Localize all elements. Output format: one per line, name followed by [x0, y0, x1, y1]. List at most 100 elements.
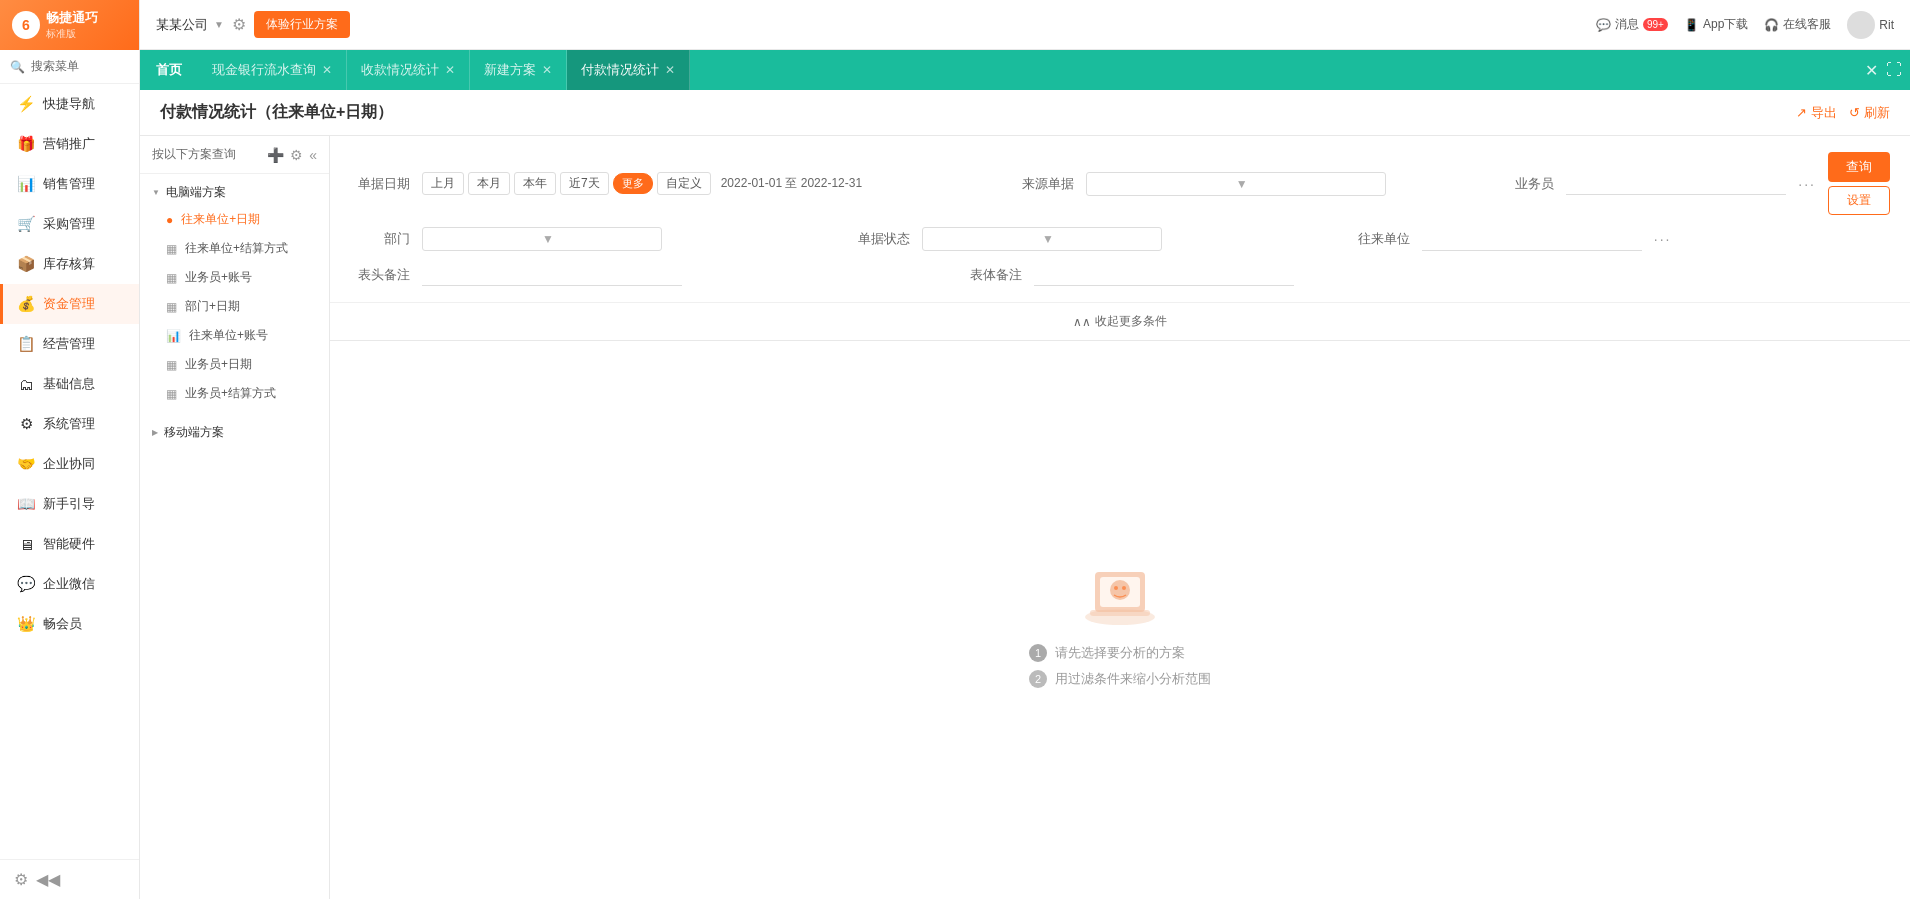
tab-receipt[interactable]: 收款情况统计 ✕ [347, 50, 470, 90]
trial-button[interactable]: 体验行业方案 [254, 11, 350, 38]
sidebar-item-marketing[interactable]: 🎁 营销推广 [0, 124, 139, 164]
settings-button[interactable]: 设置 [1828, 186, 1890, 215]
tab-close-all-icon[interactable]: ✕ [1865, 61, 1878, 80]
system-icon: ⚙ [17, 415, 35, 433]
online-service-action[interactable]: 🎧 在线客服 [1764, 16, 1831, 33]
scheme-add-btn[interactable]: ➕ [267, 147, 284, 163]
user-menu[interactable]: Rit [1847, 11, 1894, 39]
collapse-more-btn[interactable]: ∧∧ 收起更多条件 [330, 302, 1910, 340]
scheme-item-label-1: 往来单位+结算方式 [185, 240, 288, 257]
group-triangle-mobile-icon: ▶ [152, 428, 158, 437]
scheme-group-mobile: ▶ 移动端方案 [140, 414, 329, 451]
tab-home[interactable]: 首页 [148, 50, 198, 90]
tab-cashflow[interactable]: 现金银行流水查询 ✕ [198, 50, 347, 90]
scheme-item-dept-date[interactable]: ▦ 部门+日期 [140, 292, 329, 321]
inventory-icon: 📦 [17, 255, 35, 273]
status-label: 单据状态 [850, 230, 910, 248]
sidebar-item-hardware[interactable]: 🖥 智能硬件 [0, 524, 139, 564]
tab-new-scheme-close[interactable]: ✕ [542, 63, 552, 77]
scheme-settings-btn[interactable]: ⚙ [290, 147, 303, 163]
scheme-item-label-0: 往来单位+日期 [181, 211, 260, 228]
settings-footer-icon[interactable]: ⚙ [14, 870, 28, 889]
app-download-action[interactable]: 📱 App下载 [1684, 16, 1748, 33]
hardware-icon: 🖥 [17, 535, 35, 553]
sidebar-item-purchase[interactable]: 🛒 采购管理 [0, 204, 139, 244]
sidebar-item-basic[interactable]: 🗂 基础信息 [0, 364, 139, 404]
tab-cashflow-close[interactable]: ✕ [322, 63, 332, 77]
company-dropdown-icon: ▼ [214, 19, 224, 30]
scheme-item-staff-settlement[interactable]: ▦ 业务员+结算方式 [140, 379, 329, 408]
staff-input[interactable] [1566, 172, 1786, 195]
scheme-group-desktop: ▼ 电脑端方案 ● 往来单位+日期 ▦ 往来单位+结算方式 ▦ 业务员+账号 [140, 174, 329, 414]
scheme-item-partner-settlement[interactable]: ▦ 往来单位+结算方式 [140, 234, 329, 263]
status-select[interactable]: ▼ [922, 227, 1162, 251]
sidebar-label-sales: 销售管理 [43, 175, 95, 193]
sidebar-item-quick-nav[interactable]: ⚡ 快捷导航 [0, 84, 139, 124]
sidebar-label-basic: 基础信息 [43, 375, 95, 393]
sidebar-item-wechat[interactable]: 💬 企业微信 [0, 564, 139, 604]
scheme-collapse-btn[interactable]: « [309, 147, 317, 163]
message-label: 消息 [1615, 16, 1639, 33]
query-button[interactable]: 查询 [1828, 152, 1890, 182]
page-title: 付款情况统计（往来单位+日期） [160, 102, 393, 123]
sidebar: 6 畅捷通巧 标准版 🔍 搜索菜单 ⚡ 快捷导航 🎁 营销推广 📊 销售管理 🛒… [0, 0, 140, 899]
staff-dots-btn[interactable]: ··· [1798, 176, 1816, 192]
scheme-active-icon: ● [166, 213, 173, 227]
message-action[interactable]: 💬 消息 99+ [1596, 16, 1668, 33]
scheme-icon-3: ▦ [166, 300, 177, 314]
body-note-input[interactable] [1034, 263, 1294, 286]
topbar-gear-icon[interactable]: ⚙ [232, 15, 246, 34]
tab-expand-icon[interactable]: ⛶ [1886, 61, 1902, 79]
app-label: App下载 [1703, 16, 1748, 33]
date-btn-custom[interactable]: 自定义 [657, 172, 711, 195]
refresh-button[interactable]: ↺ 刷新 [1849, 104, 1890, 122]
date-btn-7days[interactable]: 近7天 [560, 172, 609, 195]
split-area: 按以下方案查询 ➕ ⚙ « ▼ 电脑端方案 ● 往来单位+日期 [140, 136, 1910, 899]
tab-receipt-close[interactable]: ✕ [445, 63, 455, 77]
date-btn-this-month[interactable]: 本月 [468, 172, 510, 195]
tab-payment-close[interactable]: ✕ [665, 63, 675, 77]
dept-arrow-icon: ▼ [542, 232, 653, 246]
collapse-arrow-icon: ∧∧ [1073, 315, 1091, 329]
date-range-display: 2022-01-01 至 2022-12-31 [721, 175, 862, 192]
sidebar-item-sales[interactable]: 📊 销售管理 [0, 164, 139, 204]
scheme-item-staff-date[interactable]: ▦ 业务员+日期 [140, 350, 329, 379]
sidebar-item-inventory[interactable]: 📦 库存核算 [0, 244, 139, 284]
sidebar-item-guide[interactable]: 📖 新手引导 [0, 484, 139, 524]
tab-new-scheme[interactable]: 新建方案 ✕ [470, 50, 567, 90]
scheme-group-mobile-title[interactable]: ▶ 移动端方案 [140, 420, 329, 445]
scheme-item-partner-account[interactable]: 📊 往来单位+账号 [140, 321, 329, 350]
user-name: Rit [1879, 18, 1894, 32]
main-area: 某某公司 ▼ ⚙ 体验行业方案 💬 消息 99+ 📱 App下载 🎧 在线客服 [140, 0, 1910, 899]
source-select[interactable]: ▼ [1086, 172, 1386, 196]
header-note-input[interactable] [422, 263, 682, 286]
basic-icon: 🗂 [17, 375, 35, 393]
sidebar-item-business[interactable]: 📋 经营管理 [0, 324, 139, 364]
scheme-item-label-2: 业务员+账号 [185, 269, 252, 286]
tab-cashflow-label: 现金银行流水查询 [212, 61, 316, 79]
company-selector[interactable]: 某某公司 ▼ [156, 16, 224, 34]
export-button[interactable]: ↗ 导出 [1796, 104, 1837, 122]
tabbar: 首页 现金银行流水查询 ✕ 收款情况统计 ✕ 新建方案 ✕ 付款情况统计 ✕ ✕… [140, 50, 1910, 90]
scheme-item-partner-date[interactable]: ● 往来单位+日期 [140, 205, 329, 234]
sidebar-item-system[interactable]: ⚙ 系统管理 [0, 404, 139, 444]
collapse-sidebar-icon[interactable]: ◀◀ [36, 870, 60, 889]
message-icon: 💬 [1596, 18, 1611, 32]
date-btn-this-year[interactable]: 本年 [514, 172, 556, 195]
dept-select[interactable]: ▼ [422, 227, 662, 251]
sidebar-item-cooperation[interactable]: 🤝 企业协同 [0, 444, 139, 484]
partner-input[interactable] [1422, 228, 1642, 251]
scheme-item-label-6: 业务员+结算方式 [185, 385, 276, 402]
date-btn-more[interactable]: 更多 [613, 173, 653, 194]
company-name: 某某公司 [156, 16, 208, 34]
tab-payment[interactable]: 付款情况统计 ✕ [567, 50, 690, 90]
date-btn-last-month[interactable]: 上月 [422, 172, 464, 195]
scheme-item-staff-account[interactable]: ▦ 业务员+账号 [140, 263, 329, 292]
sales-icon: 📊 [17, 175, 35, 193]
scheme-group-desktop-title[interactable]: ▼ 电脑端方案 [140, 180, 329, 205]
sidebar-search[interactable]: 🔍 搜索菜单 [0, 50, 139, 84]
sidebar-item-member[interactable]: 👑 畅会员 [0, 604, 139, 644]
sidebar-item-finance[interactable]: 💰 资金管理 [0, 284, 139, 324]
partner-dots-btn[interactable]: ··· [1654, 231, 1672, 247]
service-label: 在线客服 [1783, 16, 1831, 33]
